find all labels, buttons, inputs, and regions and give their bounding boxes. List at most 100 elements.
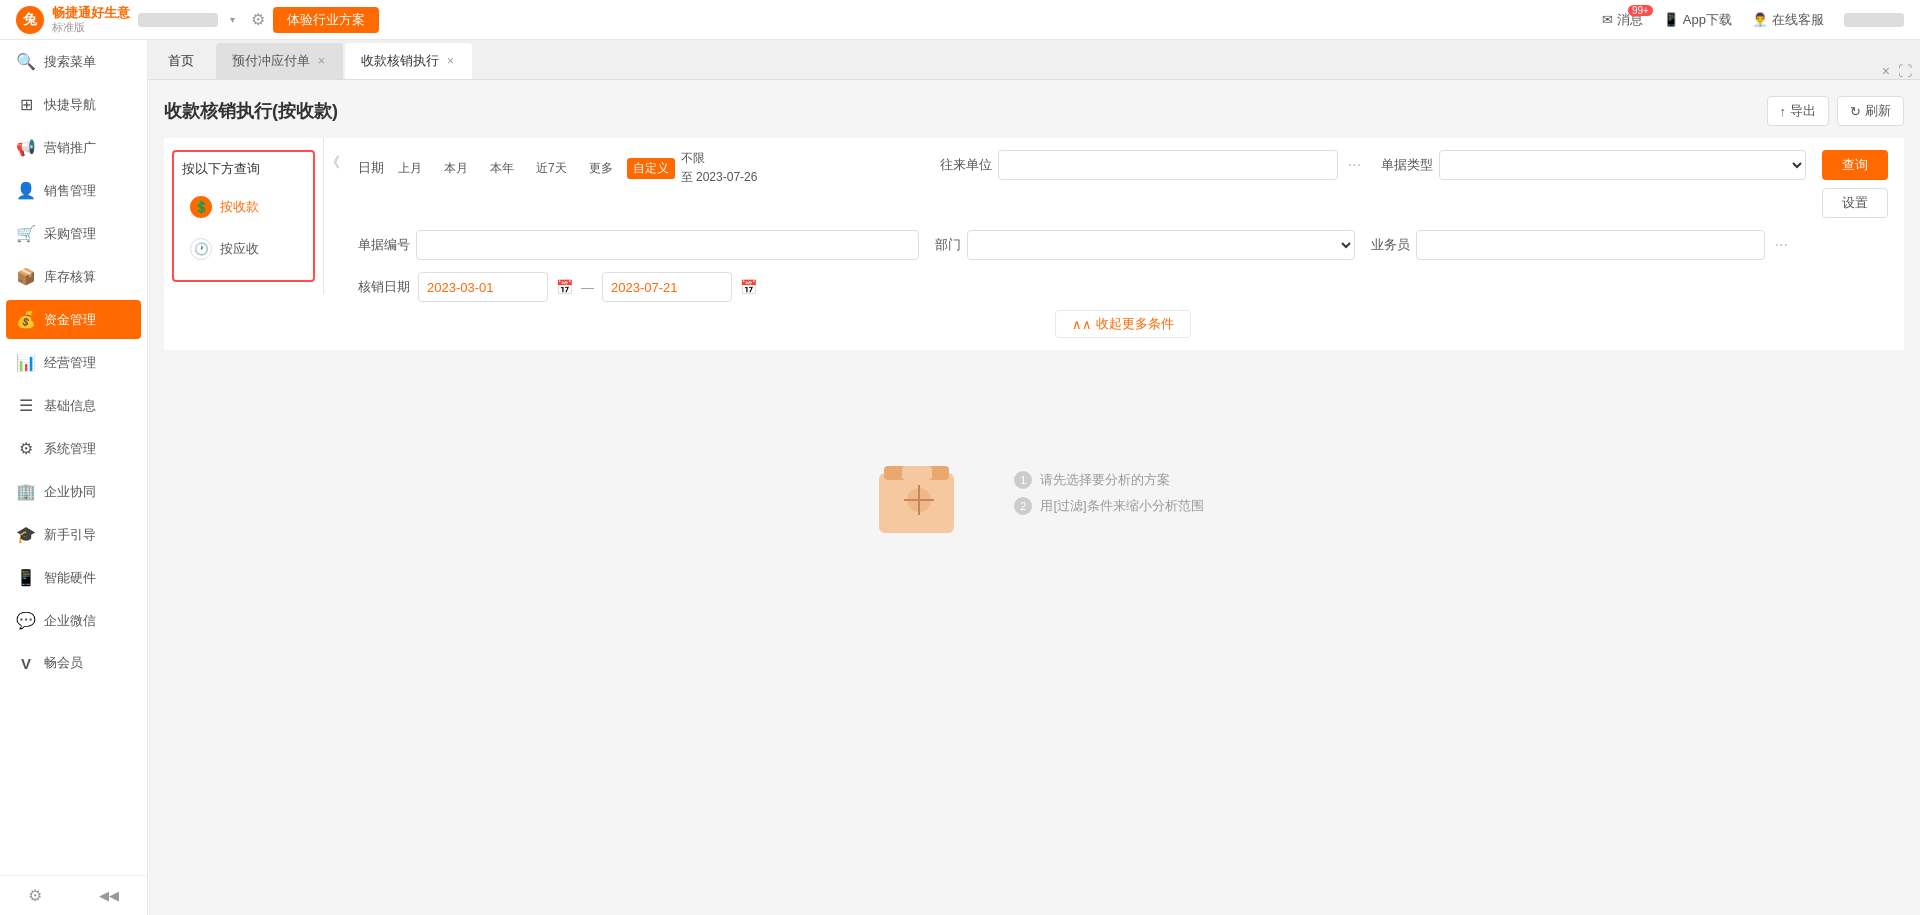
date-btn-this-month[interactable]: 本月	[436, 158, 476, 179]
date-btn-this-year[interactable]: 本年	[482, 158, 522, 179]
wechat-icon: 💬	[16, 611, 36, 630]
sidebar-bottom: ⚙ ◀◀	[0, 875, 147, 915]
filter-form: 日期 上月 本月 本年 近7天 更多 自定义	[342, 138, 1904, 350]
staff-ellipsis[interactable]: ···	[1771, 236, 1792, 254]
empty-content: 1 请先选择要分析的方案 2 用[过滤]条件来缩小分析范围	[864, 438, 1203, 548]
filter-section-title: 按以下方查询	[180, 160, 307, 178]
verify-date-start-input[interactable]	[418, 272, 548, 302]
staff-input[interactable]	[1416, 230, 1764, 260]
tab-maximize-icon[interactable]: ⛶	[1898, 63, 1912, 79]
bottom-settings-icon[interactable]: ⚙	[28, 886, 42, 905]
sidebar-item-guide[interactable]: 🎓 新手引导	[0, 513, 147, 556]
collapse-sidebar-icon[interactable]: ◀◀	[99, 888, 119, 903]
collapse-filter-button[interactable]: 《	[324, 138, 342, 172]
message-badge: 99+	[1628, 5, 1653, 16]
verify-date-start-calendar-icon[interactable]: 📅	[556, 279, 573, 295]
filter-row-3: 核销日期 📅 — 📅	[358, 272, 1888, 302]
counterpart-field: 往来单位 ···	[940, 150, 1365, 180]
tab-bar: 首页 预付冲应付单 × 收款核销执行 × × ⛶	[148, 40, 1920, 80]
tab-close-all-icon[interactable]: ×	[1882, 63, 1890, 79]
sidebar-item-search-menu[interactable]: 🔍 搜索菜单	[0, 40, 147, 83]
settings-icon[interactable]: ⚙	[251, 10, 265, 29]
app-version: 标准版	[52, 21, 130, 34]
hint-text-2: 用[过滤]条件来缩小分析范围	[1040, 497, 1203, 515]
doc-type-select[interactable]	[1439, 150, 1806, 180]
date-btn-more[interactable]: 更多	[581, 158, 621, 179]
date-custom-badge[interactable]: 自定义	[627, 158, 675, 179]
verify-date-end-input[interactable]	[602, 272, 732, 302]
service-icon: 👨‍💼	[1752, 12, 1768, 27]
online-service-button[interactable]: 👨‍💼 在线客服	[1752, 11, 1824, 29]
counterpart-ellipsis[interactable]: ···	[1344, 156, 1365, 174]
operation-icon: 📊	[16, 353, 36, 372]
solution-button[interactable]: 体验行业方案	[273, 7, 379, 33]
tab-home[interactable]: 首页	[148, 43, 214, 79]
app-download-button[interactable]: 📱 App下载	[1663, 11, 1732, 29]
system-icon: ⚙	[16, 439, 36, 458]
sidebar-item-hardware[interactable]: 📱 智能硬件	[0, 556, 147, 599]
sidebar-item-wechat[interactable]: 💬 企业微信	[0, 599, 147, 642]
sidebar-item-sales[interactable]: 👤 销售管理	[0, 169, 147, 212]
marketing-icon: 📢	[16, 138, 36, 157]
main-layout: 🔍 搜索菜单 ⊞ 快捷导航 📢 营销推广 👤 销售管理 🛒 采购管理 📦 库存核…	[0, 40, 1920, 915]
sidebar-label: 企业微信	[44, 612, 96, 630]
refresh-icon: ↻	[1850, 104, 1861, 119]
export-button[interactable]: ↑ 导出	[1767, 96, 1830, 126]
staff-label: 业务员	[1371, 236, 1410, 254]
sidebar-item-inventory[interactable]: 📦 库存核算	[0, 255, 147, 298]
sidebar-item-vip[interactable]: V 畅会员	[0, 642, 147, 684]
date-btn-7days[interactable]: 近7天	[528, 158, 575, 179]
svg-rect-2	[902, 466, 932, 480]
message-button[interactable]: ✉ 消息 99+	[1602, 11, 1643, 29]
sidebar-label: 快捷导航	[44, 96, 96, 114]
sidebar-label: 资金管理	[44, 311, 96, 329]
sidebar-label: 新手引导	[44, 526, 96, 544]
sidebar-item-quick-nav[interactable]: ⊞ 快捷导航	[0, 83, 147, 126]
filter-by-receipt[interactable]: 💲 按收款	[180, 188, 307, 226]
empty-state: 1 请先选择要分析的方案 2 用[过滤]条件来缩小分析范围	[164, 358, 1904, 628]
sidebar-label: 采购管理	[44, 225, 96, 243]
sidebar-item-enterprise[interactable]: 🏢 企业协同	[0, 470, 147, 513]
verify-date-end-calendar-icon[interactable]: 📅	[740, 279, 757, 295]
enterprise-icon: 🏢	[16, 482, 36, 501]
filter-left-container: 按以下方查询 💲 按收款 🕐 按应收	[164, 138, 342, 350]
company-dropdown-icon[interactable]: ▾	[230, 14, 235, 25]
page-title: 收款核销执行(按收款)	[164, 99, 338, 123]
filter-by-receipt-label: 按收款	[220, 198, 259, 216]
dept-select[interactable]	[967, 230, 1356, 260]
refresh-button[interactable]: ↻ 刷新	[1837, 96, 1904, 126]
tab-prepay-close[interactable]: ×	[316, 54, 327, 68]
date-field: 日期 上月 本月 本年 近7天 更多 自定义	[358, 150, 924, 186]
sales-icon: 👤	[16, 181, 36, 200]
sidebar-item-operation[interactable]: 📊 经营管理	[0, 341, 147, 384]
export-label: 导出	[1790, 102, 1816, 120]
counterpart-input[interactable]	[998, 150, 1337, 180]
date-nolimit-info: 不限 至 2023-07-26	[681, 150, 758, 186]
tab-receivable-close[interactable]: ×	[445, 54, 456, 68]
purchase-icon: 🛒	[16, 224, 36, 243]
filter-settings-button[interactable]: 设置	[1822, 188, 1888, 218]
sidebar-label: 库存核算	[44, 268, 96, 286]
sidebar-label: 系统管理	[44, 440, 96, 458]
sidebar-item-marketing[interactable]: 📢 营销推广	[0, 126, 147, 169]
sidebar-item-finance[interactable]: 💰 资金管理	[6, 300, 141, 339]
doc-no-input[interactable]	[416, 230, 919, 260]
sidebar-item-purchase[interactable]: 🛒 采购管理	[0, 212, 147, 255]
filter-by-receivable[interactable]: 🕐 按应收	[180, 230, 307, 268]
sidebar-label: 经营管理	[44, 354, 96, 372]
tab-prepay[interactable]: 预付冲应付单 ×	[216, 43, 343, 79]
top-bar-right: ✉ 消息 99+ 📱 App下载 👨‍💼 在线客服	[1602, 11, 1904, 29]
sidebar-label: 畅会员	[44, 654, 83, 672]
sidebar-item-basic-info[interactable]: ☰ 基础信息	[0, 384, 147, 427]
sidebar-item-system[interactable]: ⚙ 系统管理	[0, 427, 147, 470]
sidebar-label: 智能硬件	[44, 569, 96, 587]
collapse-more-button[interactable]: ∧∧ 收起更多条件	[1055, 310, 1191, 338]
tab-receivable[interactable]: 收款核销执行 ×	[345, 43, 472, 79]
finance-icon: 💰	[16, 310, 36, 329]
date-btn-last-month[interactable]: 上月	[390, 158, 430, 179]
date-range-separator: —	[581, 280, 594, 295]
tab-receivable-label: 收款核销执行	[361, 52, 439, 70]
query-button[interactable]: 查询	[1822, 150, 1888, 180]
user-avatar-blurred[interactable]	[1844, 13, 1904, 27]
tab-bar-actions: × ⛶	[1882, 63, 1920, 79]
